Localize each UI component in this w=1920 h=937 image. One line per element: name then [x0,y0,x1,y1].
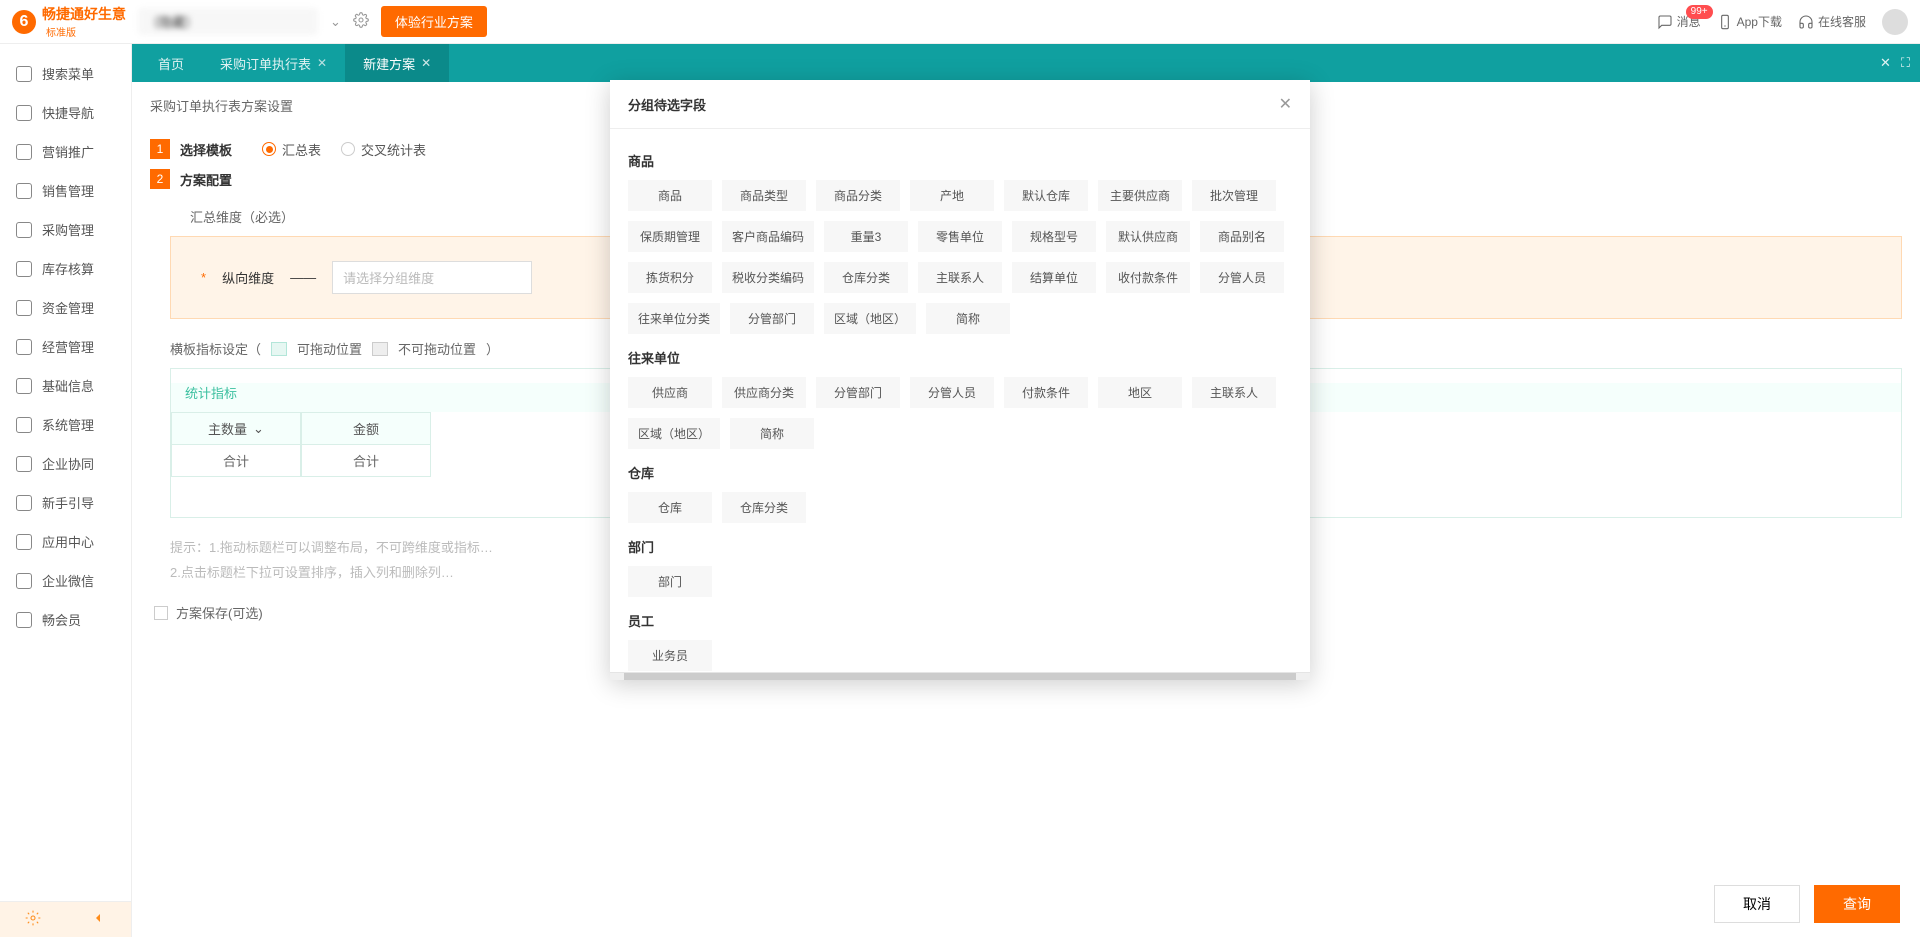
field-chip[interactable]: 仓库分类 [722,492,806,523]
field-chip[interactable]: 批次管理 [1192,180,1276,211]
field-chip[interactable]: 仓库分类 [824,262,908,293]
modal-title: 分组待选字段 [628,95,706,114]
field-grid: 业务员 [628,640,1292,671]
field-chip[interactable]: 客户商品编码 [722,221,814,252]
field-group-title: 员工 [628,611,1292,630]
field-grid: 部门 [628,566,1292,597]
field-grid: 供应商供应商分类分管部门分管人员付款条件地区主联系人区域（地区） 简称 [628,377,1292,449]
field-grid: 仓库仓库分类 [628,492,1292,523]
field-chip[interactable]: 付款条件 [1004,377,1088,408]
modal-header: 分组待选字段 ✕ [610,80,1310,129]
field-group-title: 商品 [628,151,1292,170]
field-chip[interactable]: 往来单位分类 [628,303,720,334]
field-chip[interactable]: 零售单位 [918,221,1002,252]
field-select-modal: 分组待选字段 ✕ 商品商品商品类型商品分类产地默认仓库主要供应商批次管理保质期管… [610,80,1310,680]
field-chip[interactable]: 地区 [1098,377,1182,408]
field-chip[interactable]: 分管人员 [1200,262,1284,293]
field-chip[interactable]: 仓库 [628,492,712,523]
field-chip[interactable]: 主联系人 [918,262,1002,293]
field-group-title: 往来单位 [628,348,1292,367]
field-chip[interactable]: 主联系人 [1192,377,1276,408]
field-chip[interactable]: 供应商 [628,377,712,408]
field-chip[interactable]: 保质期管理 [628,221,712,252]
close-icon[interactable]: ✕ [1279,94,1292,114]
field-chip[interactable]: 重量3 [824,221,908,252]
field-chip[interactable]: 产地 [910,180,994,211]
field-grid: 商品商品类型商品分类产地默认仓库主要供应商批次管理保质期管理客户商品编码重量3 零… [628,180,1292,334]
field-chip[interactable]: 区域（地区） [628,418,720,449]
field-chip[interactable]: 规格型号 [1012,221,1096,252]
field-chip[interactable]: 分管部门 [816,377,900,408]
field-chip[interactable]: 简称 [730,418,814,449]
field-chip[interactable]: 收付款条件 [1106,262,1190,293]
field-chip[interactable]: 税收分类编码 [722,262,814,293]
field-chip[interactable]: 默认供应商 [1106,221,1190,252]
field-chip[interactable]: 默认仓库 [1004,180,1088,211]
field-chip[interactable]: 结算单位 [1012,262,1096,293]
field-chip[interactable]: 商品类型 [722,180,806,211]
field-chip[interactable]: 商品 [628,180,712,211]
field-chip[interactable]: 分管部门 [730,303,814,334]
field-chip[interactable]: 区域（地区） [824,303,916,334]
field-group-title: 部门 [628,537,1292,556]
field-chip[interactable]: 拣货积分 [628,262,712,293]
field-chip[interactable]: 商品别名 [1200,221,1284,252]
field-chip[interactable]: 供应商分类 [722,377,806,408]
field-chip[interactable]: 业务员 [628,640,712,671]
modal-body[interactable]: 商品商品商品类型商品分类产地默认仓库主要供应商批次管理保质期管理客户商品编码重量… [610,129,1310,672]
field-chip[interactable]: 部门 [628,566,712,597]
modal-overlay: 分组待选字段 ✕ 商品商品商品类型商品分类产地默认仓库主要供应商批次管理保质期管… [0,0,1920,937]
field-chip[interactable]: 商品分类 [816,180,900,211]
field-chip[interactable]: 分管人员 [910,377,994,408]
field-group-title: 仓库 [628,463,1292,482]
field-chip[interactable]: 主要供应商 [1098,180,1182,211]
modal-horizontal-scrollbar[interactable] [610,672,1310,680]
field-chip[interactable]: 简称 [926,303,1010,334]
